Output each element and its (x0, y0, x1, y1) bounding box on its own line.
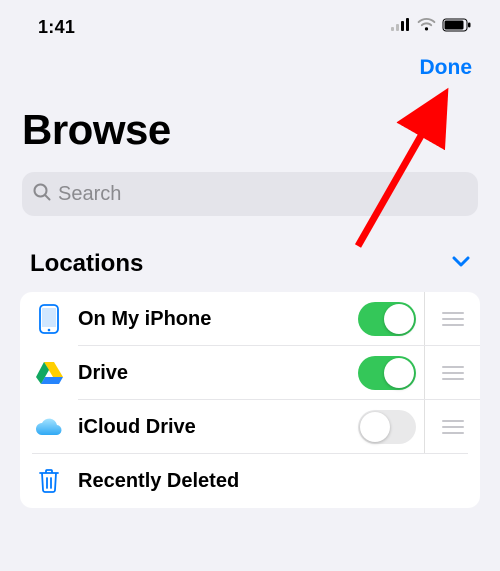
locations-header[interactable]: Locations (0, 226, 500, 288)
done-button[interactable]: Done (420, 56, 473, 80)
cloud-icon (34, 412, 64, 442)
status-time: 1:41 (38, 17, 75, 38)
list-item[interactable]: Recently Deleted (20, 454, 480, 508)
toggle-switch[interactable] (358, 410, 416, 444)
wifi-icon (417, 18, 436, 37)
status-indicators (391, 18, 472, 37)
chevron-down-icon (452, 255, 470, 273)
row-label: On My iPhone (78, 308, 211, 331)
locations-list: On My iPhone Drive iCloud Drive (20, 292, 480, 508)
phone-icon (34, 304, 64, 334)
reorder-handle[interactable] (424, 292, 480, 346)
toggle-switch[interactable] (358, 356, 416, 390)
status-bar: 1:41 (0, 0, 500, 44)
search-input[interactable] (58, 183, 468, 206)
row-label: Recently Deleted (78, 470, 239, 493)
search-icon (32, 182, 52, 207)
list-item[interactable]: iCloud Drive (20, 400, 480, 454)
section-title: Locations (30, 250, 143, 278)
list-item[interactable]: On My iPhone (20, 292, 480, 346)
drive-icon (34, 358, 64, 388)
reorder-handle[interactable] (424, 400, 480, 454)
nav-bar: Done (0, 44, 500, 80)
cellular-icon (391, 18, 411, 36)
page-title: Browse (0, 80, 500, 166)
row-label: Drive (78, 362, 128, 385)
trash-icon (34, 466, 64, 496)
search-field[interactable] (22, 172, 478, 216)
list-item[interactable]: Drive (20, 346, 480, 400)
reorder-handle[interactable] (424, 346, 480, 400)
row-label: iCloud Drive (78, 416, 196, 439)
battery-icon (442, 18, 472, 37)
toggle-switch[interactable] (358, 302, 416, 336)
